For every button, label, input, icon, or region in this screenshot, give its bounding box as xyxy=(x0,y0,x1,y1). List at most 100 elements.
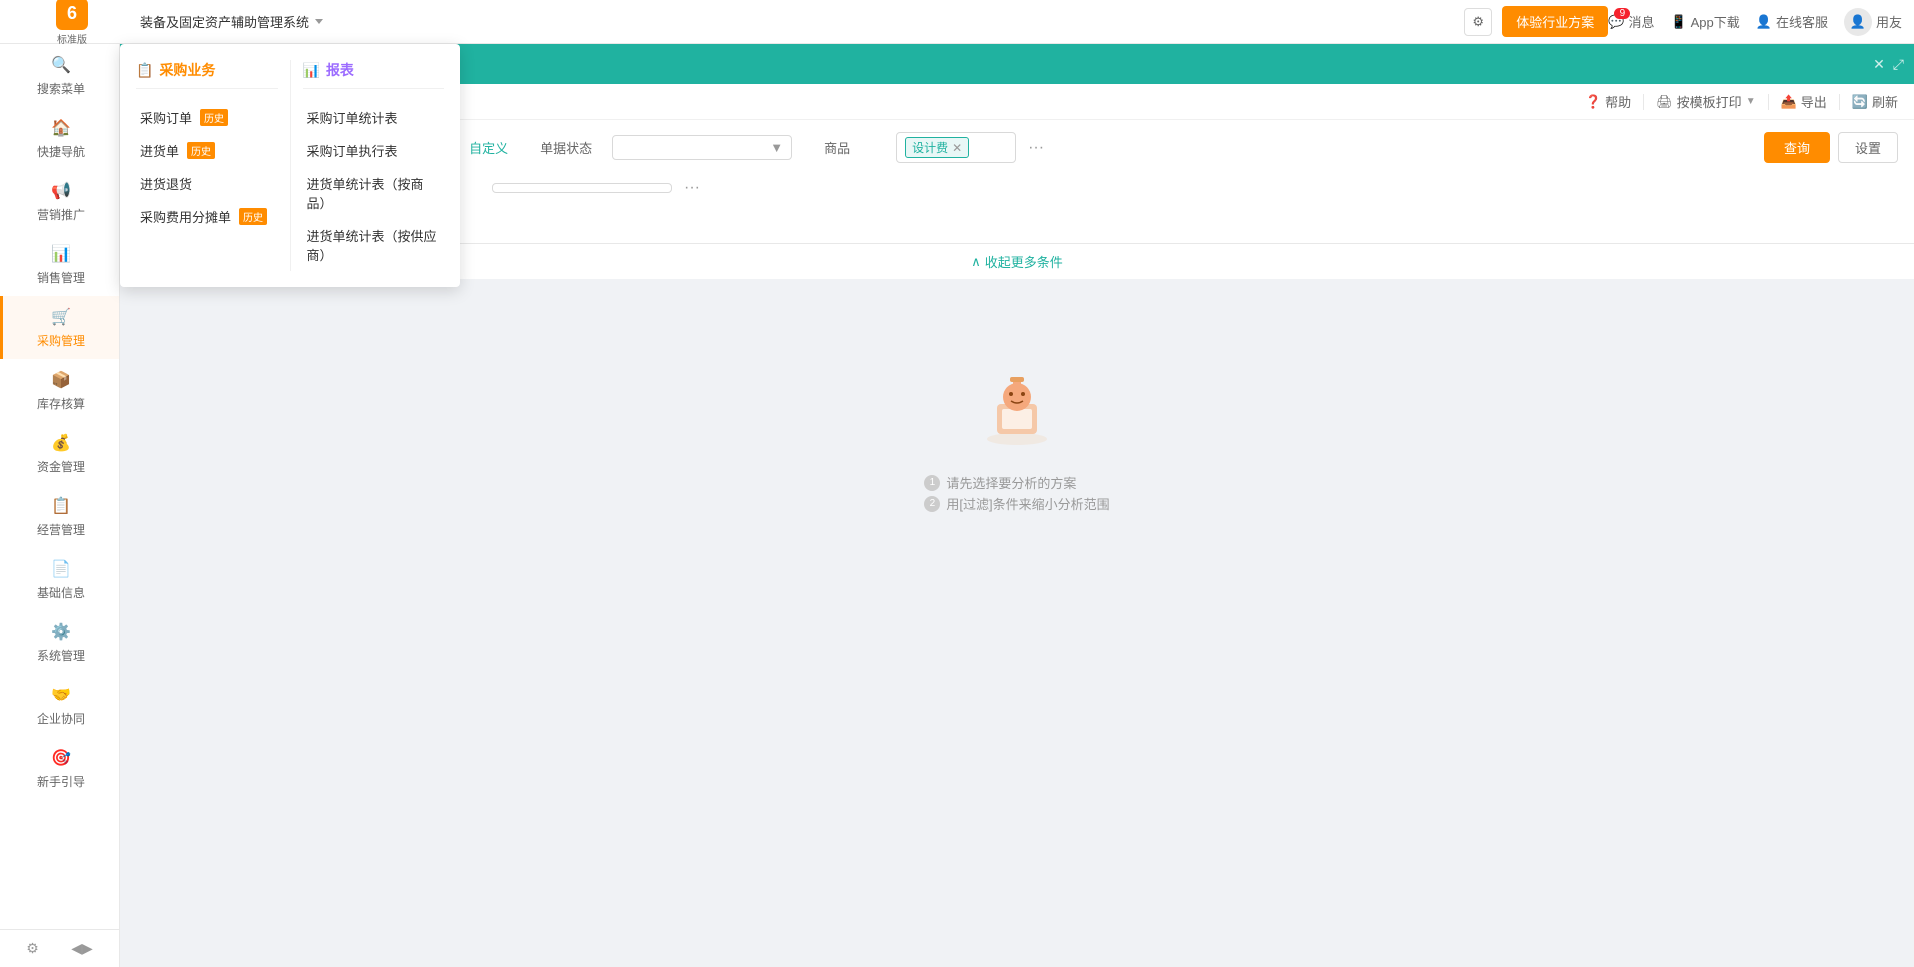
tab-expand-btn[interactable]: ⤢ xyxy=(1893,56,1904,73)
user-label: 用友 xyxy=(1876,12,1902,31)
tab-close-all-btn[interactable]: ✕ xyxy=(1873,56,1885,73)
incoming-hist-badge: 历史 xyxy=(187,142,215,159)
dropdown-item-return[interactable]: 进货退货 xyxy=(136,167,278,200)
sidebar-settings-btn[interactable]: ⚙ xyxy=(26,940,39,957)
export-btn[interactable]: 📤 导出 xyxy=(1781,92,1827,111)
status-select[interactable]: ▼ xyxy=(612,135,792,160)
sidebar-label-system: 系统管理 xyxy=(37,647,85,664)
salesperson-input[interactable] xyxy=(492,183,672,193)
status-dropdown-icon: ▼ xyxy=(770,140,783,155)
sidebar-item-nav[interactable]: 🏠 快捷导航 xyxy=(0,107,119,170)
toolbar-divider-1 xyxy=(1643,94,1644,110)
system-icon: ⚙️ xyxy=(50,621,72,643)
logo-subtext: 标准版 xyxy=(57,31,87,46)
system-title: 装备及固定资产辅助管理系统 xyxy=(140,12,1456,31)
sidebar-item-purchase[interactable]: 🛒 采购管理 xyxy=(0,296,119,359)
export-label: 导出 xyxy=(1801,92,1827,111)
sidebar-collapse-btn[interactable]: ◀▶ xyxy=(71,940,93,957)
system-title-text: 装备及固定资产辅助管理系统 xyxy=(140,12,309,31)
hint-item-1: 1 请先选择要分析的方案 xyxy=(924,473,1109,492)
return-label: 进货退货 xyxy=(140,174,192,193)
dropdown-item-report-3[interactable]: 进货单统计表（按商品） xyxy=(303,167,445,219)
top-header: 6 标准版 装备及固定资产辅助管理系统 ⚙ 体验行业方案 💬 9 消息 📱 Ap… xyxy=(0,0,1914,44)
app-download-label: App下载 xyxy=(1691,12,1740,31)
report-1-label: 采购订单统计表 xyxy=(307,108,398,127)
dropdown-item-report-4[interactable]: 进货单统计表（按供应商） xyxy=(303,219,445,271)
empty-state: 1 请先选择要分析的方案 2 用[过滤]条件来缩小分析范围 xyxy=(120,279,1914,595)
sidebar-item-inventory[interactable]: 📦 库存核算 xyxy=(0,359,119,422)
hint-num-2: 2 xyxy=(924,496,940,512)
order-label: 采购订单 xyxy=(140,108,192,127)
purchase-col: 📋 采购业务 采购订单 历史 进货单 历史 进货退货 采购费用分摊单 历史 xyxy=(136,60,278,271)
refresh-label: 刷新 xyxy=(1872,92,1898,111)
sales-icon: 📊 xyxy=(50,243,72,265)
help-btn[interactable]: ❓ 帮助 xyxy=(1585,92,1631,111)
search-icon: 🔍 xyxy=(50,54,72,76)
status-label: 单据状态 xyxy=(540,138,600,157)
sidebar-item-basic-info[interactable]: 📄 基础信息 xyxy=(0,548,119,611)
marketing-icon: 📢 xyxy=(50,180,72,202)
sidebar-label-inventory: 库存核算 xyxy=(37,395,85,412)
basic-info-icon: 📄 xyxy=(50,558,72,580)
industry-button[interactable]: 体验行业方案 xyxy=(1502,6,1608,37)
report-4-label: 进货单统计表（按供应商） xyxy=(307,226,441,264)
salesperson-more-btn[interactable]: ··· xyxy=(684,179,700,197)
logo-icon: 6 xyxy=(56,0,88,30)
incoming-label: 进货单 xyxy=(140,141,179,160)
hint-num-1: 1 xyxy=(924,475,940,491)
app-download-btn[interactable]: 📱 App下载 xyxy=(1670,12,1739,31)
report-col: 📊 报表 采购订单统计表 采购订单执行表 进货单统计表（按商品） 进货单统计表（… xyxy=(303,60,445,271)
sidebar-label-marketing: 营销推广 xyxy=(37,206,85,223)
sidebar-item-finance[interactable]: 💰 资金管理 xyxy=(0,422,119,485)
sidebar-item-marketing[interactable]: 📢 营销推广 xyxy=(0,170,119,233)
export-icon: 📤 xyxy=(1781,94,1797,110)
dropdown-item-report-2[interactable]: 采购订单执行表 xyxy=(303,134,445,167)
refresh-btn[interactable]: 🔄 刷新 xyxy=(1852,92,1898,111)
online-service-btn[interactable]: 👤 在线客服 xyxy=(1756,12,1828,31)
print-dropdown-icon[interactable]: ▼ xyxy=(1746,96,1756,107)
empty-illustration xyxy=(967,359,1067,459)
sidebar-item-search[interactable]: 🔍 搜索菜单 xyxy=(0,44,119,107)
goods-input[interactable]: 设计费 ✕ xyxy=(896,132,1016,163)
sidebar-label-purchase: 采购管理 xyxy=(37,332,85,349)
logo-area: 6 标准版 xyxy=(12,0,132,46)
system-dropdown-arrow[interactable] xyxy=(315,19,323,24)
goods-tag-remove[interactable]: ✕ xyxy=(952,141,962,155)
print-icon: 🖨 xyxy=(1656,94,1673,110)
dropdown-item-report-1[interactable]: 采购订单统计表 xyxy=(303,101,445,134)
tab-controls: ✕ ⤢ xyxy=(1863,44,1914,84)
operations-icon: 📋 xyxy=(50,495,72,517)
sidebar-bottom: ⚙ ◀▶ xyxy=(0,929,119,967)
hint-item-2: 2 用[过滤]条件来缩小分析范围 xyxy=(924,494,1109,513)
setting-button[interactable]: 设置 xyxy=(1838,132,1898,163)
sidebar-label-sales: 销售管理 xyxy=(37,269,85,286)
toolbar-divider-2 xyxy=(1768,94,1769,110)
sidebar-item-system[interactable]: ⚙️ 系统管理 xyxy=(0,611,119,674)
tab-spacer xyxy=(291,44,1863,84)
dropdown-item-expense[interactable]: 采购费用分摊单 历史 xyxy=(136,200,278,233)
sidebar-item-sales[interactable]: 📊 销售管理 xyxy=(0,233,119,296)
sidebar-item-operations[interactable]: 📋 经营管理 xyxy=(0,485,119,548)
phone-icon: 📱 xyxy=(1670,14,1686,30)
sidebar-item-collab[interactable]: 🤝 企业协同 xyxy=(0,674,119,737)
dropdown-item-order[interactable]: 采购订单 历史 xyxy=(136,101,278,134)
expense-hist-badge: 历史 xyxy=(239,208,267,225)
date-custom[interactable]: 自定义 xyxy=(469,138,508,157)
sidebar-label-operations: 经营管理 xyxy=(37,521,85,538)
user-btn[interactable]: 👤 用友 xyxy=(1844,8,1902,36)
dropdown-item-incoming[interactable]: 进货单 历史 xyxy=(136,134,278,167)
purchase-col-title: 📋 采购业务 xyxy=(136,60,278,89)
header-right: 💬 9 消息 📱 App下载 👤 在线客服 👤 用友 xyxy=(1608,8,1902,36)
gear-button[interactable]: ⚙ xyxy=(1464,8,1492,36)
chevron-up-icon: ∧ xyxy=(971,254,981,270)
empty-hints: 1 请先选择要分析的方案 2 用[过滤]条件来缩小分析范围 xyxy=(924,471,1109,515)
messages-label: 消息 xyxy=(1628,12,1654,31)
print-btn[interactable]: 🖨 按模板打印 ▼ xyxy=(1656,92,1755,111)
messages-btn[interactable]: 💬 9 消息 xyxy=(1608,12,1654,31)
goods-more-btn[interactable]: ··· xyxy=(1028,139,1044,157)
purchase-icon: 🛒 xyxy=(50,306,72,328)
report-col-title: 📊 报表 xyxy=(303,60,445,89)
sidebar-item-guide[interactable]: 🎯 新手引导 xyxy=(0,737,119,800)
query-button[interactable]: 查询 xyxy=(1764,132,1830,163)
report-3-label: 进货单统计表（按商品） xyxy=(307,174,441,212)
